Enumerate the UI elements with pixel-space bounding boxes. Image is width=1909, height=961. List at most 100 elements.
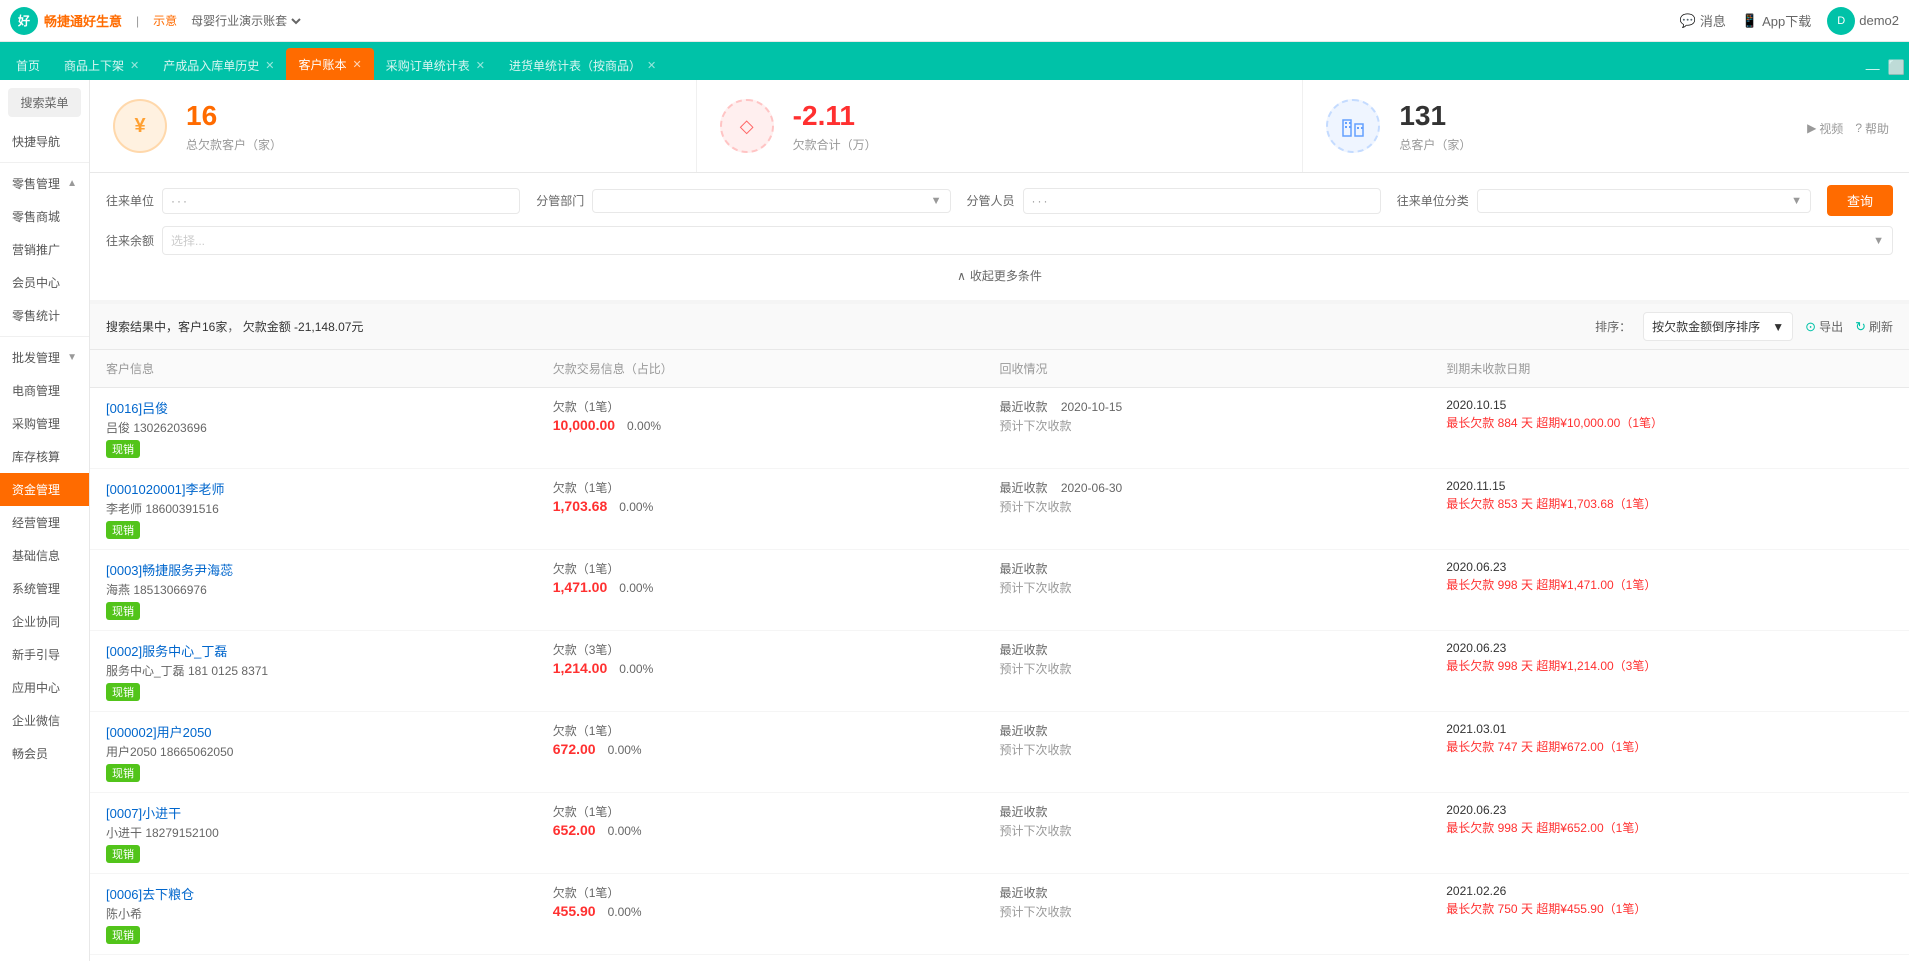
th-customer: 客户信息: [106, 360, 553, 377]
company-select[interactable]: 母婴行业演示账套: [187, 13, 304, 29]
sort-select[interactable]: 按欠款金额倒序排序 ▼: [1643, 312, 1793, 341]
sidebar-item-basic-info[interactable]: 基础信息: [0, 539, 89, 572]
sidebar-item-marketing[interactable]: 营销推广: [0, 233, 89, 266]
customer-name-2[interactable]: [0003]畅捷服务尹海蕊: [106, 563, 233, 578]
tab-customer-account[interactable]: 客户账本 ✕: [286, 48, 373, 80]
sidebar-item-inventory[interactable]: 库存核算: [0, 440, 89, 473]
stat-value-total-customers: 131: [1399, 100, 1471, 132]
sidebar-item-member[interactable]: 会员中心: [0, 266, 89, 299]
due-date-0: 2020.10.15: [1446, 398, 1893, 412]
message-btn[interactable]: 💬 消息: [1680, 11, 1726, 30]
due-date-3: 2020.06.23: [1446, 641, 1893, 655]
stat-icon-circle-red: ◇: [720, 99, 774, 153]
customer-name-1[interactable]: [0001020001]李老师: [106, 482, 225, 497]
tab-home[interactable]: 首页: [4, 50, 52, 80]
recovery-info-3: 最近收款 预计下次收款: [1000, 641, 1447, 677]
debt-amount-2: 1,471.00: [553, 579, 608, 595]
overdue-link-3[interactable]: 超期¥1,214.00（3笔）: [1536, 659, 1656, 673]
customer-name-4[interactable]: [000002]用户2050: [106, 725, 212, 740]
sidebar-item-batch-mgmt[interactable]: 批发管理 ▼: [0, 341, 89, 374]
video-btn[interactable]: ▶ 视频: [1807, 120, 1843, 137]
dept-input[interactable]: ▼: [592, 189, 950, 213]
sidebar-item-system[interactable]: 系统管理: [0, 572, 89, 605]
customer-tag-1: 现销: [106, 521, 140, 539]
video-icon: ▶: [1807, 121, 1816, 135]
customer-name-5[interactable]: [0007]小进干: [106, 806, 181, 821]
customer-name-6[interactable]: [0006]去下粮仓: [106, 887, 194, 902]
tab-maximize-icon[interactable]: ⬜: [1888, 59, 1905, 76]
diamond-icon: ◇: [740, 116, 754, 137]
debt-ratio-5: 0.00%: [608, 824, 642, 838]
tab-bar: 首页 商品上下架 ✕ 产成品入库单历史 ✕ 客户账本 ✕ 采购订单统计表 ✕ 进…: [0, 42, 1909, 80]
app-download-icon: 📱: [1742, 13, 1758, 29]
from-unit-input[interactable]: ···: [162, 188, 520, 214]
sidebar-item-finance[interactable]: 资金管理: [0, 473, 89, 506]
export-btn[interactable]: ⊙ 导出: [1805, 318, 1843, 335]
sidebar-item-retail-mgmt[interactable]: 零售管理 ▲: [0, 167, 89, 200]
tab-product-off[interactable]: 商品上下架 ✕: [52, 50, 151, 80]
stat-card-debt-total: ◇ -2.11 欠款合计（万）: [697, 80, 1304, 172]
tab-minimize-icon[interactable]: —: [1866, 60, 1880, 76]
sidebar-item-purchase-mgmt[interactable]: 采购管理: [0, 407, 89, 440]
user-area[interactable]: D demo2: [1827, 7, 1899, 35]
tab-purchase-stats-close[interactable]: ✕: [647, 59, 656, 72]
overdue-link-1[interactable]: 超期¥1,703.68（1笔）: [1536, 497, 1656, 511]
help-btn[interactable]: ? 帮助: [1855, 120, 1889, 137]
recent-payment-2: 最近收款: [1000, 560, 1447, 577]
sidebar-item-app-center[interactable]: 应用中心: [0, 671, 89, 704]
person-input[interactable]: ···: [1023, 188, 1381, 214]
customer-name-0[interactable]: [0016]吕俊: [106, 401, 168, 416]
tab-product-history[interactable]: 产成品入库单历史 ✕: [151, 50, 286, 80]
customer-name-3[interactable]: [0002]服务中心_丁磊: [106, 644, 227, 659]
th-debt: 欠款交易信息（占比）: [553, 360, 1000, 377]
sidebar-item-quick-nav[interactable]: 快捷导航: [0, 125, 89, 158]
tab-purchase-order[interactable]: 采购订单统计表 ✕: [374, 50, 497, 80]
tab-customer-account-close[interactable]: ✕: [353, 58, 362, 71]
tab-purchase-order-close[interactable]: ✕: [476, 59, 485, 72]
balance-select[interactable]: 选择... ▼: [162, 226, 1893, 255]
customer-info-0: [0016]吕俊 吕俊 13026203696 现销: [106, 398, 553, 458]
separator: |: [136, 14, 139, 28]
tab-product-off-close[interactable]: ✕: [130, 59, 139, 72]
due-info-0: 2020.10.15 最长欠款 884 天 超期¥10,000.00（1笔）: [1446, 398, 1893, 431]
sidebar-item-operation[interactable]: 经营管理: [0, 506, 89, 539]
filter-item-unit-type: 往来单位分类 ▼: [1397, 189, 1811, 213]
balance-label: 往来余额: [106, 232, 154, 249]
debt-amount-5: 652.00: [553, 822, 596, 838]
filter-item-person: 分管人员 ···: [967, 188, 1381, 214]
sidebar-item-member-plus[interactable]: 畅会员: [0, 737, 89, 770]
sidebar-item-retail-stats[interactable]: 零售统计: [0, 299, 89, 332]
tab-purchase-stats[interactable]: 进货单统计表（按商品） ✕: [497, 50, 668, 80]
result-bar: 搜索结果中，客户16家， 欠款金额 -21,148.07元 排序： 按欠款金额倒…: [90, 304, 1909, 350]
customer-tag-6: 现销: [106, 926, 140, 944]
unit-type-input[interactable]: ▼: [1477, 189, 1811, 213]
overdue-link-4[interactable]: 超期¥672.00（1笔）: [1536, 740, 1646, 754]
collapse-btn[interactable]: ∧ 收起更多条件: [957, 263, 1042, 288]
customer-phone-4: 用户2050 18665062050: [106, 743, 553, 760]
tab-product-history-close[interactable]: ✕: [265, 59, 274, 72]
customer-phone-2: 海燕 18513066976: [106, 581, 553, 598]
due-date-6: 2021.02.26: [1446, 884, 1893, 898]
sidebar-item-retail-mall[interactable]: 零售商城: [0, 200, 89, 233]
overdue-link-2[interactable]: 超期¥1,471.00（1笔）: [1536, 578, 1656, 592]
overdue-link-0[interactable]: 超期¥10,000.00（1笔）: [1536, 416, 1663, 430]
debt-amount-6: 455.90: [553, 903, 596, 919]
sidebar-item-newbie[interactable]: 新手引导: [0, 638, 89, 671]
overdue-link-6[interactable]: 超期¥455.90（1笔）: [1536, 902, 1646, 916]
app-download-btn[interactable]: 📱 App下载: [1742, 11, 1811, 30]
recovery-info-2: 最近收款 预计下次收款: [1000, 560, 1447, 596]
overdue-link-5[interactable]: 超期¥652.00（1笔）: [1536, 821, 1646, 835]
stat-icon-debt-total: ◇: [717, 96, 777, 156]
stat-info-debt-customers: 16 总欠款客户（家）: [186, 100, 282, 153]
data-table: 客户信息 欠款交易信息（占比） 回收情况 到期未收款日期 [0016]吕俊 吕俊…: [90, 350, 1909, 961]
sidebar-item-enterprise-wx[interactable]: 企业微信: [0, 704, 89, 737]
sidebar-item-ecom-mgmt[interactable]: 电商管理: [0, 374, 89, 407]
table-row: [0016]吕俊 吕俊 13026203696 现销 欠款（1笔） 10,000…: [90, 388, 1909, 469]
refresh-btn[interactable]: ↻ 刷新: [1855, 318, 1893, 335]
recent-payment-6: 最近收款: [1000, 884, 1447, 901]
sidebar-item-enterprise[interactable]: 企业协同: [0, 605, 89, 638]
search-btn[interactable]: 查询: [1827, 185, 1893, 216]
customer-info-2: [0003]畅捷服务尹海蕊 海燕 18513066976 现销: [106, 560, 553, 620]
table-header: 客户信息 欠款交易信息（占比） 回收情况 到期未收款日期: [90, 350, 1909, 388]
sidebar-search-btn[interactable]: 搜索菜单: [8, 88, 81, 117]
